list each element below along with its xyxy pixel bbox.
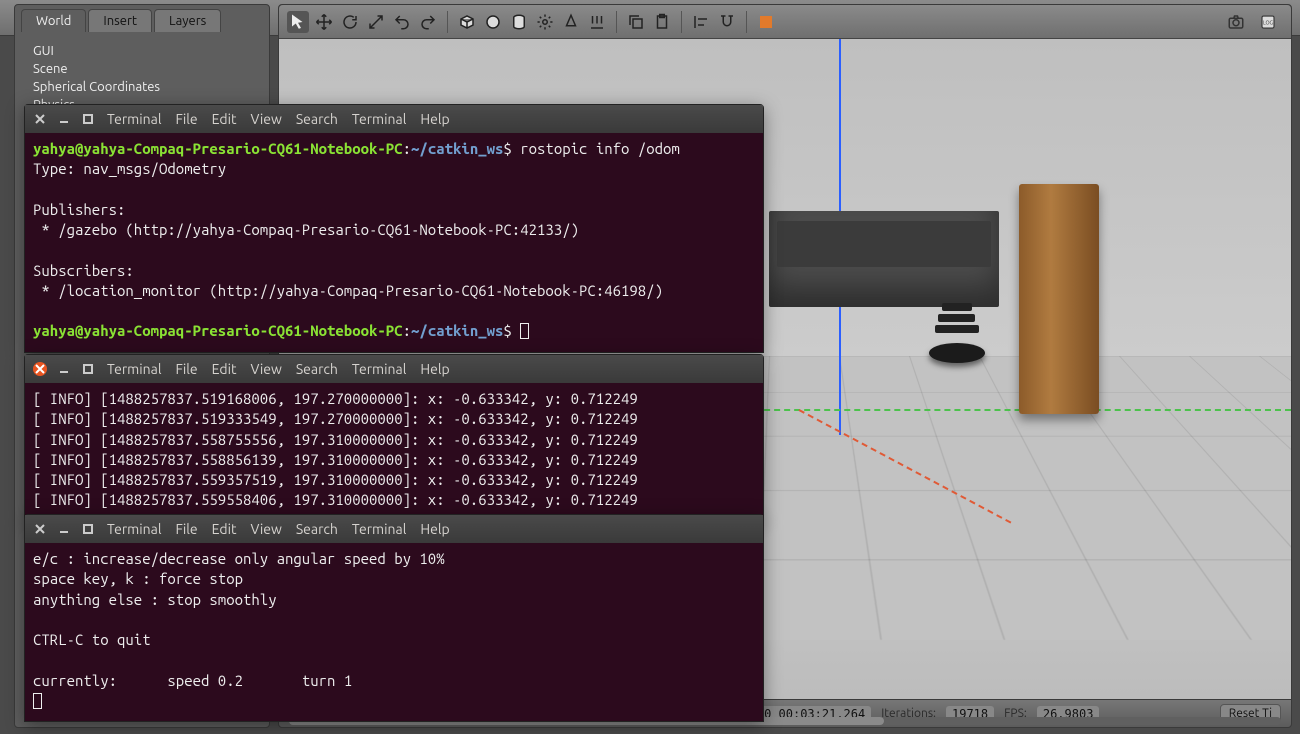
- light-directional-icon[interactable]: [586, 11, 608, 33]
- tab-layers[interactable]: Layers: [154, 9, 221, 32]
- scale-icon[interactable]: [365, 11, 387, 33]
- align-icon[interactable]: [690, 11, 712, 33]
- terminal-menubar: Terminal File Edit View Search Terminal …: [107, 521, 450, 537]
- menu-view[interactable]: View: [251, 361, 282, 377]
- menu-view[interactable]: View: [251, 111, 282, 127]
- terminal-output[interactable]: [ INFO] [1488257837.519168006, 197.27000…: [25, 383, 763, 521]
- snap-icon[interactable]: [716, 11, 738, 33]
- move-icon[interactable]: [313, 11, 335, 33]
- menu-terminal[interactable]: Terminal: [107, 111, 162, 127]
- rotate-icon[interactable]: [339, 11, 361, 33]
- cursor: [33, 693, 42, 709]
- paste-icon[interactable]: [651, 11, 673, 33]
- camera-icon[interactable]: [1225, 11, 1247, 33]
- terminal-output[interactable]: yahya@yahya-Compaq-Presario-CQ61-Noteboo…: [25, 133, 763, 352]
- minimize-icon[interactable]: [57, 112, 71, 126]
- toolbar-separator: [616, 11, 617, 33]
- menu-terminal[interactable]: Terminal: [107, 521, 162, 537]
- menu-help[interactable]: Help: [420, 111, 449, 127]
- minimize-icon[interactable]: [57, 362, 71, 376]
- close-icon[interactable]: [33, 522, 47, 536]
- svg-text:LOG: LOG: [1263, 19, 1274, 25]
- terminal-window-3[interactable]: Terminal File Edit View Search Terminal …: [24, 514, 764, 722]
- menu-terminal2[interactable]: Terminal: [352, 111, 407, 127]
- maximize-icon[interactable]: [81, 362, 95, 376]
- menu-edit[interactable]: Edit: [212, 521, 237, 537]
- tree-item[interactable]: GUI: [29, 42, 263, 60]
- gazebo-toolbar: LOG: [279, 5, 1291, 39]
- toolbar-separator: [447, 11, 448, 33]
- box-icon[interactable]: [456, 11, 478, 33]
- light-point-icon[interactable]: [534, 11, 556, 33]
- menu-terminal[interactable]: Terminal: [107, 361, 162, 377]
- terminal-window-1[interactable]: Terminal File Edit View Search Terminal …: [24, 104, 764, 353]
- menu-file[interactable]: File: [176, 111, 198, 127]
- axis-y: [704, 409, 1291, 411]
- menu-view[interactable]: View: [251, 521, 282, 537]
- tab-world[interactable]: World: [21, 9, 86, 32]
- cylinder-icon[interactable]: [508, 11, 530, 33]
- light-spot-icon[interactable]: [560, 11, 582, 33]
- close-icon[interactable]: [33, 112, 47, 126]
- menu-help[interactable]: Help: [420, 361, 449, 377]
- menu-help[interactable]: Help: [420, 521, 449, 537]
- model-turtlebot-base: [929, 343, 985, 363]
- view-icon[interactable]: [755, 11, 777, 33]
- redo-icon[interactable]: [417, 11, 439, 33]
- cursor: [520, 323, 529, 339]
- close-icon[interactable]: [33, 362, 47, 376]
- arrow-icon[interactable]: [287, 11, 309, 33]
- terminal-menubar: Terminal File Edit View Search Terminal …: [107, 111, 450, 127]
- menu-terminal2[interactable]: Terminal: [352, 521, 407, 537]
- tab-insert[interactable]: Insert: [88, 9, 152, 32]
- undo-icon[interactable]: [391, 11, 413, 33]
- tree-item[interactable]: Scene: [29, 60, 263, 78]
- maximize-icon[interactable]: [81, 522, 95, 536]
- log-icon[interactable]: LOG: [1257, 11, 1279, 33]
- terminal-menubar: Terminal File Edit View Search Terminal …: [107, 361, 450, 377]
- menu-file[interactable]: File: [176, 521, 198, 537]
- terminal-titlebar[interactable]: Terminal File Edit View Search Terminal …: [25, 105, 763, 133]
- gazebo-tabs: World Insert Layers: [15, 5, 269, 32]
- sphere-icon[interactable]: [482, 11, 504, 33]
- terminal-window-2[interactable]: Terminal File Edit View Search Terminal …: [24, 354, 764, 522]
- terminal-output[interactable]: e/c : increase/decrease only angular spe…: [25, 543, 763, 721]
- model-turtlebot[interactable]: [935, 303, 979, 337]
- toolbar-separator: [681, 11, 682, 33]
- maximize-icon[interactable]: [81, 112, 95, 126]
- menu-file[interactable]: File: [176, 361, 198, 377]
- terminal-titlebar[interactable]: Terminal File Edit View Search Terminal …: [25, 515, 763, 543]
- model-barrier[interactable]: [769, 211, 999, 307]
- menu-edit[interactable]: Edit: [212, 361, 237, 377]
- toolbar-separator: [746, 11, 747, 33]
- terminal-titlebar[interactable]: Terminal File Edit View Search Terminal …: [25, 355, 763, 383]
- menu-search[interactable]: Search: [296, 361, 338, 377]
- tree-item[interactable]: Spherical Coordinates: [29, 78, 263, 96]
- menu-terminal2[interactable]: Terminal: [352, 361, 407, 377]
- model-pillar[interactable]: [1019, 184, 1099, 414]
- menu-edit[interactable]: Edit: [212, 111, 237, 127]
- menu-search[interactable]: Search: [296, 521, 338, 537]
- minimize-icon[interactable]: [57, 522, 71, 536]
- menu-search[interactable]: Search: [296, 111, 338, 127]
- copy-icon[interactable]: [625, 11, 647, 33]
